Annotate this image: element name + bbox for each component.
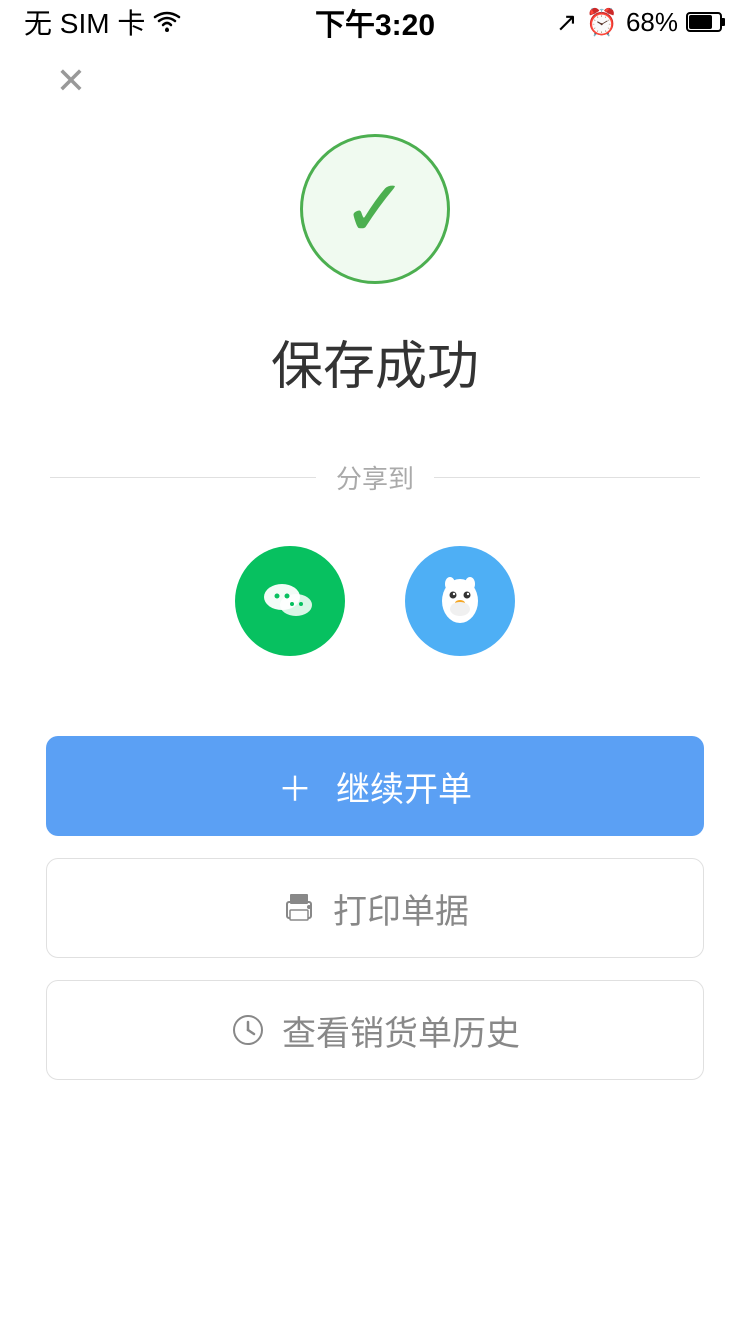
qq-share-button[interactable] — [405, 546, 515, 656]
share-label: 分享到 — [316, 459, 434, 496]
no-sim-text: 无 SIM 卡 — [24, 2, 145, 42]
share-divider: 分享到 — [0, 459, 750, 496]
success-circle: ✓ — [300, 134, 450, 284]
print-label: 打印单据 — [333, 884, 469, 933]
battery-icon — [686, 11, 726, 33]
success-title: 保存成功 — [271, 324, 479, 399]
close-icon: ✕ — [56, 60, 86, 102]
battery-text: 68% — [626, 7, 678, 38]
print-button[interactable]: 打印单据 — [46, 858, 704, 958]
checkmark-icon: ✓ — [341, 169, 408, 249]
close-button[interactable]: ✕ — [46, 56, 96, 106]
wechat-icon — [258, 569, 322, 633]
history-button[interactable]: 查看销货单历史 — [46, 980, 704, 1080]
alarm-icon: ⏰ — [586, 7, 618, 38]
plus-icon: ＋ — [278, 762, 312, 811]
buttons-area: ＋ 继续开单 打印单据 查看销货单历史 — [0, 736, 750, 1080]
divider-line-left — [50, 477, 316, 478]
share-row — [235, 546, 515, 656]
status-left: 无 SIM 卡 — [24, 2, 181, 42]
status-time: 下午3:20 — [315, 0, 435, 44]
continue-button[interactable]: ＋ 继续开单 — [46, 736, 704, 836]
qq-icon — [428, 569, 492, 633]
divider-line-right — [434, 477, 700, 478]
wifi-icon — [153, 11, 181, 33]
status-bar: 无 SIM 卡 下午3:20 ↗ ⏰ 68% — [0, 0, 750, 44]
history-icon — [230, 1012, 266, 1048]
continue-label: 继续开单 — [336, 762, 472, 811]
print-icon — [281, 890, 317, 926]
location-icon: ↗ — [556, 7, 578, 38]
main-content: ✓ 保存成功 分享到 — [0, 44, 750, 1080]
history-label: 查看销货单历史 — [282, 1006, 520, 1055]
status-right: ↗ ⏰ 68% — [556, 7, 726, 38]
wechat-share-button[interactable] — [235, 546, 345, 656]
